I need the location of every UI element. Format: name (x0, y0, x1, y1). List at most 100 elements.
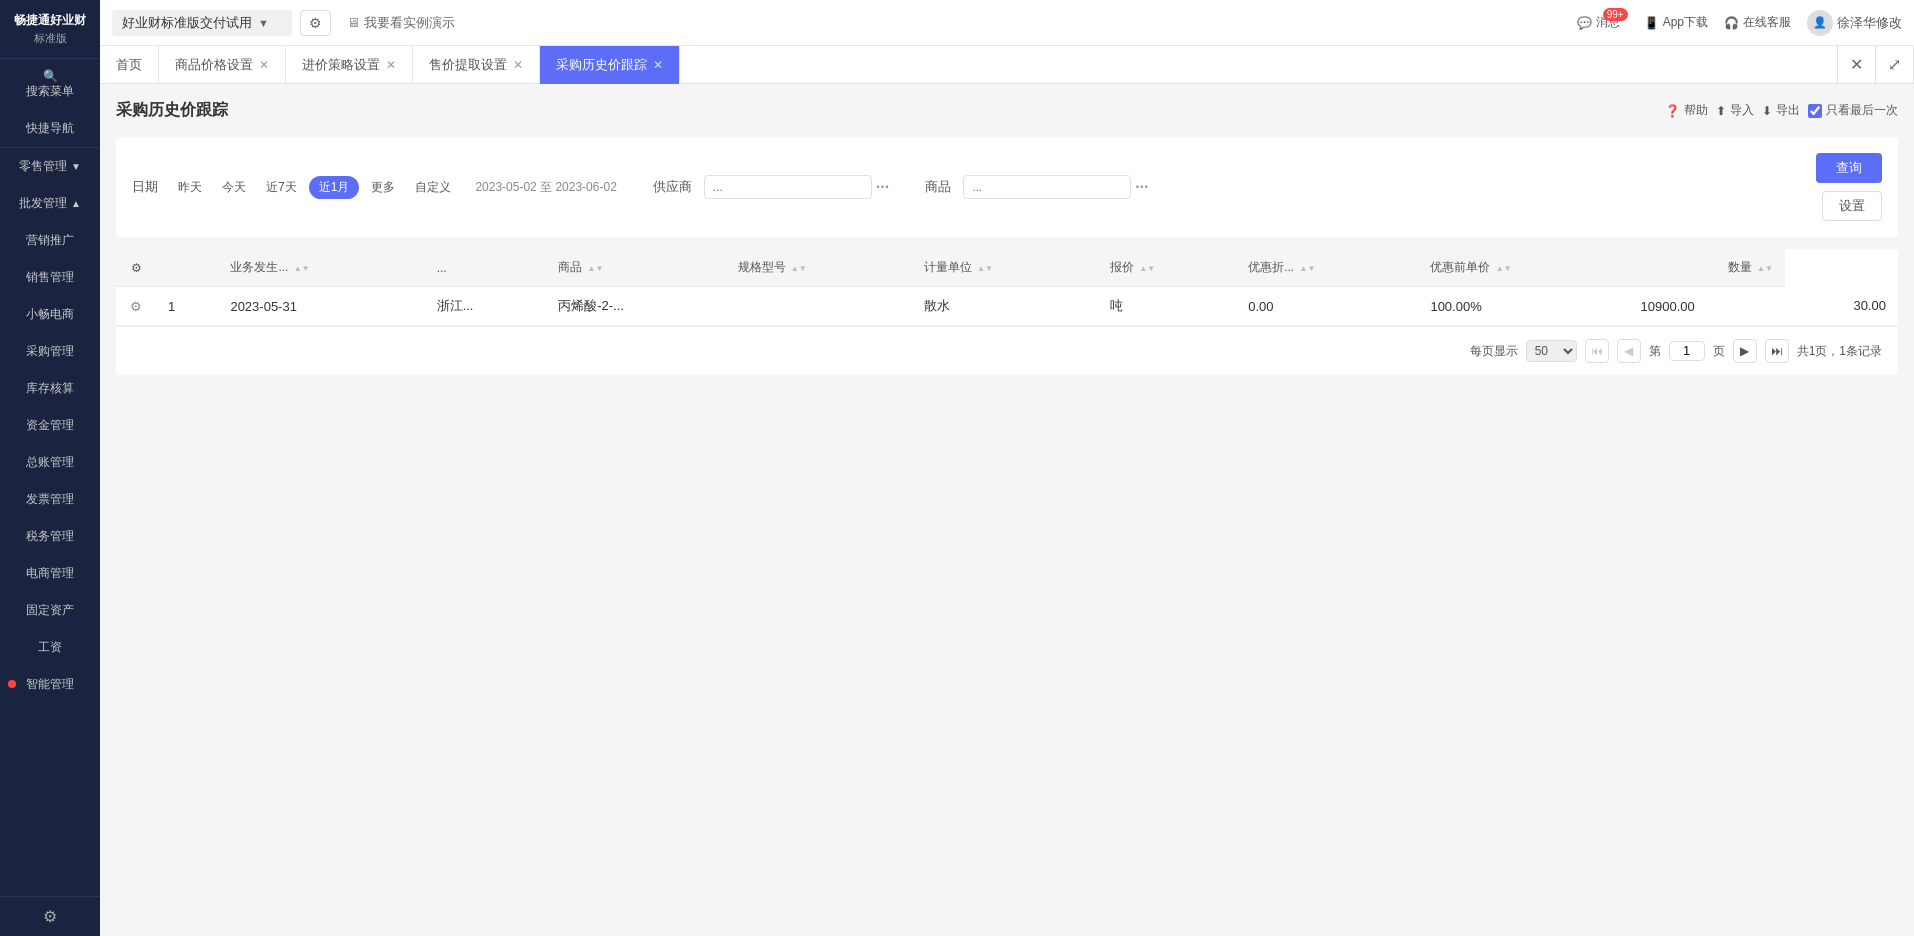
close-icon[interactable]: ✕ (513, 59, 523, 71)
tab-history-price[interactable]: 采购历史价跟踪 ✕ (540, 46, 680, 84)
search-icon: 🔍 (43, 69, 58, 83)
more-date-btn[interactable]: 更多 (363, 176, 403, 199)
tax-label: 税务管理 (26, 528, 74, 545)
question-icon: ❓ (1665, 104, 1680, 118)
sidebar-item-sales[interactable]: 销售管理 (0, 259, 100, 296)
th-quantity[interactable]: 数量 ▲▼ (1629, 249, 1785, 287)
topbar-settings-button[interactable]: ⚙ (300, 10, 331, 36)
goods-input[interactable] (963, 175, 1131, 199)
sidebar-item-invoice[interactable]: 发票管理 (0, 481, 100, 518)
next-page-button[interactable]: ▶ (1733, 339, 1757, 363)
chevron-up-icon: ▲ (71, 198, 81, 209)
sidebar-item-inventory[interactable]: 库存核算 (0, 370, 100, 407)
sidebar-item-salary[interactable]: 工资 (0, 629, 100, 666)
sidebar-gear-button[interactable]: ⚙ (43, 907, 57, 926)
app-logo: 畅捷通好业财 标准版 (0, 0, 100, 59)
sidebar-item-purchase[interactable]: 采购管理 (0, 333, 100, 370)
sidebar-item-wholesale[interactable]: 批发管理 ▲ (0, 185, 100, 222)
th-goods-label: 商品 (558, 260, 582, 274)
th-spec[interactable]: 规格型号 ▲▼ (726, 249, 912, 287)
tab-home[interactable]: 首页 (100, 46, 159, 84)
import-link[interactable]: ⬆ 导入 (1716, 102, 1754, 119)
online-service-label: 在线客服 (1743, 14, 1791, 31)
online-service-button[interactable]: 🎧 在线客服 (1724, 14, 1791, 31)
ecom-label: 电商管理 (26, 565, 74, 582)
last7days-btn[interactable]: 近7天 (258, 176, 305, 199)
th-pre-discount-price[interactable]: 优惠前单价 ▲▼ (1418, 249, 1628, 287)
user-icon: 👤 (1813, 16, 1827, 29)
demo-link[interactable]: 🖥 我要看实例演示 (347, 14, 455, 32)
custom-date-btn[interactable]: 自定义 (407, 176, 459, 199)
import-label: 导入 (1730, 102, 1754, 119)
app-download-button[interactable]: 📱 App下载 (1644, 14, 1708, 31)
sort-arrows-unit: ▲▼ (977, 265, 993, 273)
message-button[interactable]: 💬 消息 99+ (1577, 14, 1620, 31)
sidebar-item-tax[interactable]: 税务管理 (0, 518, 100, 555)
first-page-button[interactable]: ⏮ (1585, 339, 1609, 363)
th-num (156, 249, 218, 287)
sidebar-search-section: 🔍 搜索菜单 快捷导航 (0, 59, 100, 148)
export-icon: ⬇ (1762, 104, 1772, 118)
ecom-small-label: 小畅电商 (26, 306, 74, 323)
sidebar-item-fixed-assets[interactable]: 固定资产 (0, 592, 100, 629)
last1month-btn[interactable]: 近1月 (309, 176, 360, 199)
inventory-label: 库存核算 (26, 380, 74, 397)
page-number-input[interactable] (1669, 341, 1705, 361)
filter-settings-button[interactable]: 设置 (1822, 191, 1882, 221)
sidebar-item-search[interactable]: 🔍 搜索菜单 (0, 59, 100, 110)
th-date[interactable]: 业务发生... ▲▼ (218, 249, 424, 287)
app-name: 畅捷通好业财 (14, 12, 86, 29)
user-menu-button[interactable]: 👤 徐泽华修改 (1807, 10, 1902, 36)
sidebar-item-ecom[interactable]: 电商管理 (0, 555, 100, 592)
last-only-checkbox-label[interactable]: 只看最后一次 (1808, 102, 1898, 119)
sidebar-bottom: ⚙ (0, 896, 100, 936)
app-download-label: App下载 (1663, 14, 1708, 31)
sidebar-item-general-ledger[interactable]: 总账管理 (0, 444, 100, 481)
query-button[interactable]: 查询 (1816, 153, 1882, 183)
last-only-checkbox[interactable] (1808, 104, 1822, 118)
export-link[interactable]: ⬇ 导出 (1762, 102, 1800, 119)
sidebar-item-smart[interactable]: 智能管理 (0, 666, 100, 703)
th-gear: ⚙ (116, 249, 156, 287)
close-tab-button[interactable]: ✕ (1838, 46, 1876, 83)
today-btn[interactable]: 今天 (214, 176, 254, 199)
th-price[interactable]: 报价 ▲▼ (1098, 249, 1236, 287)
th-discount[interactable]: 优惠折... ▲▼ (1236, 249, 1418, 287)
product-selector[interactable]: 好业财标准版交付试用 ▼ (112, 10, 292, 36)
th-unit[interactable]: 计量单位 ▲▼ (912, 249, 1098, 287)
sort-arrows-spec: ▲▼ (791, 265, 807, 273)
close-icon[interactable]: ✕ (259, 59, 269, 71)
tab-strategy[interactable]: 进价策略设置 ✕ (286, 46, 413, 84)
goods-more-icon[interactable]: ··· (1135, 178, 1148, 196)
prev-page-button[interactable]: ◀ (1617, 339, 1641, 363)
close-icon[interactable]: ✕ (653, 59, 663, 71)
message-badge: 99+ (1603, 8, 1628, 21)
row-gear[interactable]: ⚙ (116, 287, 156, 326)
sidebar-item-finance[interactable]: 资金管理 (0, 407, 100, 444)
close-icon[interactable]: ✕ (386, 59, 396, 71)
supplier-input[interactable] (704, 175, 872, 199)
sidebar-item-ecom-small[interactable]: 小畅电商 (0, 296, 100, 333)
table-header-row: ⚙ 业务发生... ▲▼ ... 商品 ▲▼ (116, 249, 1898, 287)
maximize-button[interactable]: ⤢ (1876, 46, 1914, 83)
user-name: 徐泽华修改 (1837, 14, 1902, 32)
sidebar-item-quick-nav[interactable]: 快捷导航 (0, 110, 100, 147)
last-page-button[interactable]: ⏭ (1765, 339, 1789, 363)
supplier-field: ··· (704, 175, 889, 199)
data-table: ⚙ 业务发生... ▲▼ ... 商品 ▲▼ (116, 249, 1898, 326)
yesterday-btn[interactable]: 昨天 (170, 176, 210, 199)
monitor-icon: 🖥 (347, 15, 360, 30)
page-size-select[interactable]: 50 10 20 100 (1526, 340, 1577, 362)
gear-icon[interactable]: ⚙ (130, 299, 142, 314)
help-link[interactable]: ❓ 帮助 (1665, 102, 1708, 119)
tab-price[interactable]: 商品价格设置 ✕ (159, 46, 286, 84)
sidebar-item-marketing[interactable]: 营销推广 (0, 222, 100, 259)
date-buttons: 昨天 今天 近7天 近1月 更多 自定义 (170, 176, 459, 199)
page-header: 采购历史价跟踪 ❓ 帮助 ⬆ 导入 ⬇ 导出 只看最后一次 (116, 100, 1898, 121)
sort-arrows-discount: ▲▼ (1300, 265, 1316, 273)
supplier-more-icon[interactable]: ··· (876, 178, 889, 196)
tab-sale-price[interactable]: 售价提取设置 ✕ (413, 46, 540, 84)
th-goods[interactable]: 商品 ▲▼ (546, 249, 725, 287)
sidebar-item-retail[interactable]: 零售管理 ▼ (0, 148, 100, 185)
settings-icon[interactable]: ⚙ (131, 261, 142, 275)
